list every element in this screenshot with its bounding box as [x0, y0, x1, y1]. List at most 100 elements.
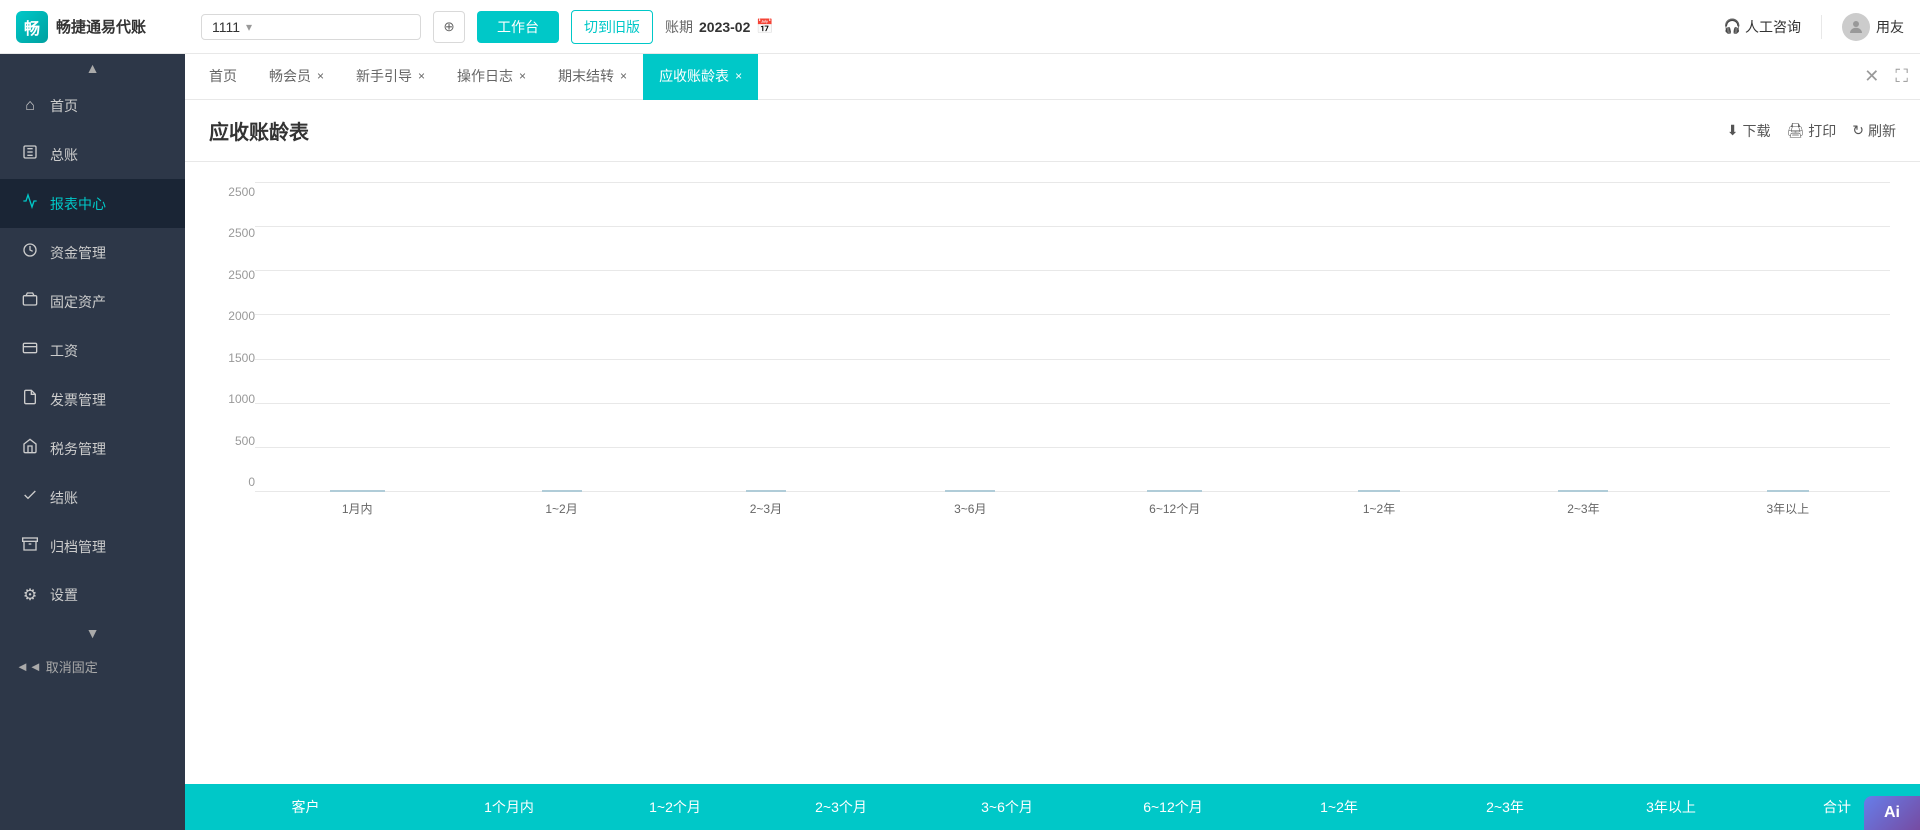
chart-area: 0 500 1000 1500 2000 2500 2500 2500	[215, 182, 1890, 522]
header-middle: 1111 ▾ ⊕ 工作台 切到旧版 账期 2023-02 📅	[201, 10, 1724, 44]
sidebar-item-assets[interactable]: 固定资产	[0, 277, 185, 326]
tab-label: 应收账龄表	[659, 66, 729, 86]
switch-button[interactable]: 切到旧版	[571, 10, 653, 44]
consult-button[interactable]: 🎧 人工咨询	[1724, 17, 1801, 37]
refresh-button[interactable]: ↻ 刷新	[1852, 121, 1896, 141]
chevron-down-icon: ▾	[246, 20, 252, 34]
user-area[interactable]: 用友	[1842, 13, 1904, 41]
x-label-1-2y: 1~2年	[1277, 494, 1481, 522]
sidebar-item-reports[interactable]: 报表中心	[0, 179, 185, 228]
copy-button[interactable]: ⊕	[433, 11, 465, 43]
x-label-3-6m: 3~6月	[868, 494, 1072, 522]
table-footer: 客户 1个月内 1~2个月 2~3个月 3~6个月 6~12个月	[185, 784, 1920, 830]
invoice-icon	[20, 389, 40, 410]
sidebar-item-label: 税务管理	[50, 439, 106, 459]
bars-row	[255, 182, 1890, 492]
bar-1m[interactable]	[330, 490, 385, 492]
close-tab-button[interactable]: ✕	[1860, 62, 1883, 91]
tab-ar-aging[interactable]: 应收账龄表 ×	[643, 54, 758, 100]
col-6-12m-label: 6~12个月	[1143, 799, 1203, 815]
company-selector[interactable]: 1111 ▾	[201, 14, 421, 40]
refresh-label: 刷新	[1868, 121, 1896, 141]
sidebar-item-funds[interactable]: 资金管理	[0, 228, 185, 277]
download-button[interactable]: ⬇ 下载	[1727, 121, 1771, 141]
sidebar-scroll-down[interactable]: ▼	[0, 619, 185, 647]
sidebar-item-label: 资金管理	[50, 243, 106, 263]
tab-home[interactable]: 首页	[193, 54, 253, 100]
bar-1-2y[interactable]	[1358, 490, 1400, 492]
bar-3y-plus[interactable]	[1767, 490, 1809, 492]
calendar-icon[interactable]: 📅	[756, 18, 773, 35]
logo-char: 畅	[24, 15, 40, 39]
sidebar-item-salary[interactable]: 工资	[0, 326, 185, 375]
salary-icon	[20, 340, 40, 361]
sidebar-item-label: 固定资产	[50, 292, 106, 312]
y-axis: 0 500 1000 1500 2000 2500 2500 2500	[215, 182, 255, 522]
tab-guide[interactable]: 新手引导 ×	[340, 54, 441, 100]
col-2-3y-label: 2~3年	[1486, 799, 1524, 815]
bar-group-3y-plus	[1686, 490, 1890, 492]
close-icon[interactable]: ×	[519, 69, 526, 83]
close-icon[interactable]: ×	[418, 69, 425, 83]
print-label: 打印	[1808, 121, 1836, 141]
username: 用友	[1876, 17, 1904, 37]
close-period-icon	[20, 487, 40, 508]
bar-2-3y[interactable]	[1558, 490, 1608, 492]
chart-inner: 1月内 1~2月 2~3月 3~6月 6~12个月 1~2年 2~3年 3年以上	[255, 182, 1890, 522]
workbench-button[interactable]: 工作台	[477, 11, 559, 43]
sidebar-item-label: 归档管理	[50, 537, 106, 557]
sidebar-item-ledger[interactable]: 总账	[0, 130, 185, 179]
tab-label: 期末结转	[558, 66, 614, 86]
maximize-tab-button[interactable]: ⛶	[1891, 62, 1912, 91]
period-label: 账期	[665, 17, 693, 37]
col-3y-plus: 3年以上	[1588, 797, 1754, 817]
sidebar-item-archive[interactable]: 归档管理	[0, 522, 185, 571]
bar-1-2m[interactable]	[542, 490, 582, 492]
logo-text: 畅捷通易代账	[56, 16, 146, 37]
sidebar-item-label: 首页	[50, 96, 78, 116]
sidebar-item-invoice[interactable]: 发票管理	[0, 375, 185, 424]
sidebar-item-home[interactable]: ⌂ 首页	[0, 82, 185, 130]
main-layout: ▲ ⌂ 首页 总账 报表中心 资金管理 固定资产	[0, 54, 1920, 830]
tab-label: 新手引导	[356, 66, 412, 86]
assets-icon	[20, 291, 40, 312]
sidebar-item-settings[interactable]: ⚙ 设置	[0, 571, 185, 619]
sidebar-item-label: 设置	[50, 585, 78, 605]
col-customer-label: 客户	[292, 799, 320, 815]
print-button[interactable]: 🖨 打印	[1786, 121, 1836, 141]
col-3y-plus-label: 3年以上	[1646, 799, 1696, 815]
x-label-2-3y: 2~3年	[1481, 494, 1685, 522]
close-icon[interactable]: ×	[317, 69, 324, 83]
page-header: 应收账龄表 ⬇ 下载 🖨 打印 ↻ 刷新	[185, 100, 1920, 162]
sidebar-item-close[interactable]: 结账	[0, 473, 185, 522]
bar-group-1-2m	[459, 490, 663, 492]
col-customer: 客户	[185, 797, 426, 817]
download-label: 下载	[1742, 121, 1770, 141]
col-6-12m: 6~12个月	[1090, 797, 1256, 817]
bar-3-6m[interactable]	[945, 490, 995, 492]
consult-label: 人工咨询	[1745, 17, 1801, 37]
settings-icon: ⚙	[20, 585, 40, 605]
page-content: 应收账龄表 ⬇ 下载 🖨 打印 ↻ 刷新	[185, 100, 1920, 830]
funds-icon	[20, 242, 40, 263]
refresh-icon: ↻	[1852, 122, 1864, 139]
col-total-label: 合计	[1823, 799, 1851, 815]
tab-log[interactable]: 操作日志 ×	[441, 54, 542, 100]
sidebar-item-tax[interactable]: 税务管理	[0, 424, 185, 473]
col-1-2m-label: 1~2个月	[649, 799, 701, 815]
tab-member[interactable]: 畅会员 ×	[253, 54, 340, 100]
cancel-fixed-button[interactable]: ◄◄ 取消固定	[0, 647, 185, 686]
close-icon[interactable]: ×	[620, 69, 627, 83]
tabs-bar: 首页 畅会员 × 新手引导 × 操作日志 × 期末结转 × 应收账龄表 ×	[185, 54, 1920, 100]
divider	[1821, 15, 1822, 39]
ai-badge[interactable]: Ai	[1864, 796, 1920, 830]
y-label-2500c: 2500	[215, 182, 255, 202]
tab-period[interactable]: 期末结转 ×	[542, 54, 643, 100]
sidebar-scroll-up[interactable]: ▲	[0, 54, 185, 82]
y-label-2500b: 2500	[215, 223, 255, 243]
y-label-2000: 2000	[215, 306, 255, 326]
bar-2-3m[interactable]	[746, 490, 786, 492]
bar-6-12m[interactable]	[1147, 490, 1202, 492]
period-value: 2023-02	[699, 19, 750, 35]
close-icon[interactable]: ×	[735, 69, 742, 83]
